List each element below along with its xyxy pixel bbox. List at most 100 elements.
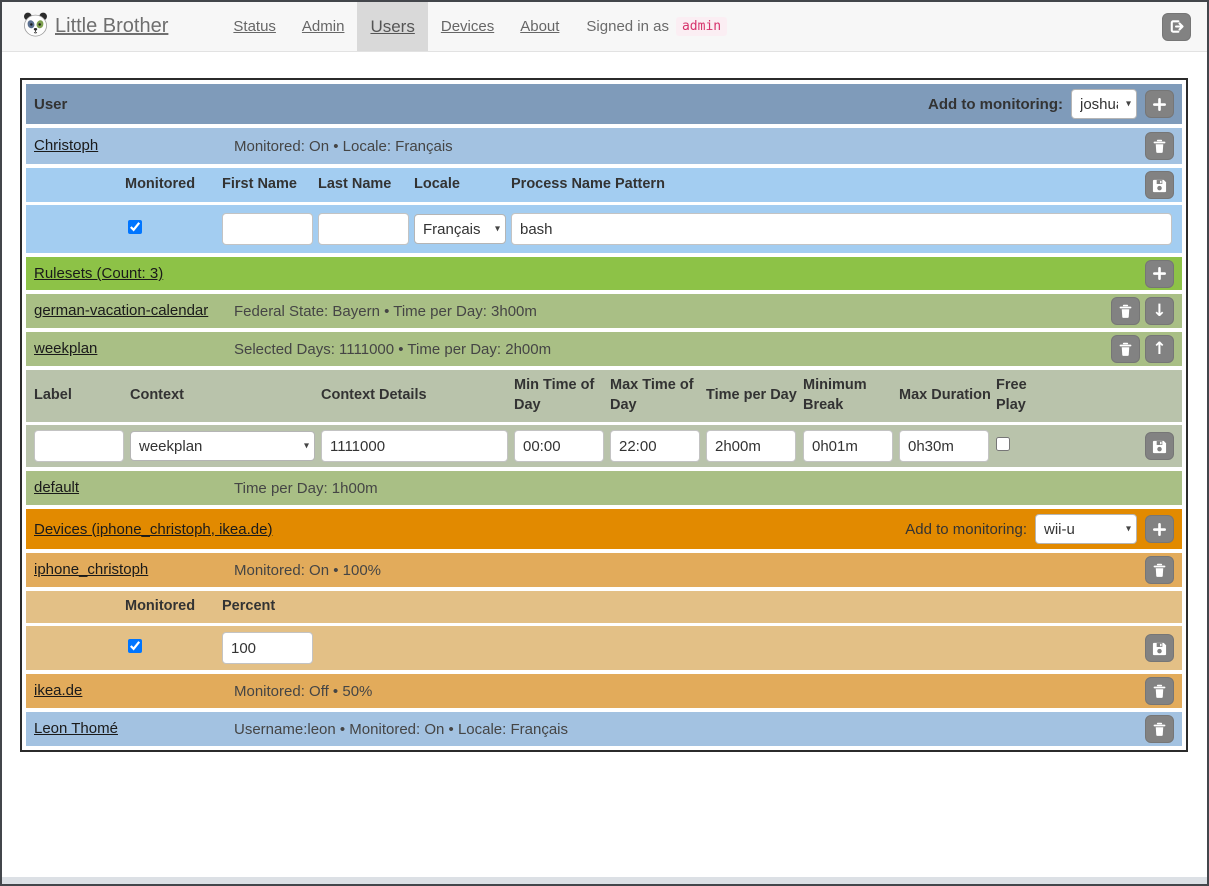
ruleset-label-field[interactable] [34, 430, 124, 462]
save-device-button[interactable] [1145, 634, 1174, 662]
user-row-leon-thome: Leon Thomé Username:leon • Monitored: On… [26, 712, 1182, 746]
devices-link[interactable]: Devices (iphone_christoph, ikea.de) [34, 521, 272, 538]
save-user-button[interactable] [1145, 171, 1174, 199]
nav-item-admin[interactable]: Admin [289, 2, 358, 51]
logout-button[interactable] [1162, 13, 1191, 41]
add-to-monitoring-label: Add to monitoring: [905, 521, 1027, 538]
ruleset-row-weekplan: weekplan Selected Days: 1111000 • Time p… [26, 332, 1182, 366]
user-section-title: User [34, 96, 67, 113]
username-badge: admin [676, 17, 727, 36]
move-ruleset-down-button[interactable]: ↓ [1145, 297, 1174, 325]
horizontal-scrollbar[interactable] [2, 877, 1207, 884]
device-summary-ikea-de: Monitored: Off • 50% [234, 683, 372, 700]
signed-in-status: Signed in as admin [586, 2, 727, 51]
signed-in-label: Signed in as [586, 18, 669, 35]
col-max-duration: Max Duration [899, 386, 996, 406]
ruleset-link-weekplan[interactable]: weekplan [34, 340, 97, 357]
col-free-play: Free Play [996, 376, 1062, 415]
rulesets-section-header: Rulesets (Count: 3) [26, 257, 1182, 290]
device-form-inputs [26, 626, 1182, 670]
context-select[interactable]: weekplan [130, 431, 315, 461]
delete-ruleset-button[interactable] [1111, 335, 1140, 363]
trash-icon [1118, 304, 1133, 319]
device-link-ikea-de[interactable]: ikea.de [34, 682, 82, 699]
col-monitored: Monitored [125, 597, 222, 617]
ruleset-link-default[interactable]: default [34, 479, 79, 496]
max-time-of-day-field[interactable] [610, 430, 700, 462]
nav-item-devices[interactable]: Devices [428, 2, 507, 51]
col-min-time-of-day: Min Time of Day [514, 376, 610, 415]
top-nav: Little Brother Status Admin Users Device… [2, 2, 1207, 52]
add-user-button[interactable] [1145, 90, 1174, 118]
monitored-checkbox[interactable] [128, 220, 142, 234]
delete-ruleset-button[interactable] [1111, 297, 1140, 325]
free-play-checkbox[interactable] [996, 437, 1010, 451]
first-name-field[interactable] [222, 213, 313, 245]
last-name-field[interactable] [318, 213, 409, 245]
delete-user-button[interactable] [1145, 715, 1174, 743]
max-duration-field[interactable] [899, 430, 989, 462]
ruleset-row-german-vacation-calendar: german-vacation-calendar Federal State: … [26, 294, 1182, 328]
col-monitored: Monitored [125, 175, 222, 195]
arrow-down-icon: ↓ [1152, 303, 1166, 320]
col-context-details: Context Details [321, 386, 514, 406]
delete-device-button[interactable] [1145, 677, 1174, 705]
device-row-ikea-de: ikea.de Monitored: Off • 50% [26, 674, 1182, 708]
col-time-per-day: Time per Day [706, 386, 803, 406]
col-max-time-of-day: Max Time of Day [610, 376, 706, 415]
user-link-leon-thome[interactable]: Leon Thomé [34, 720, 118, 737]
add-device-button[interactable] [1145, 515, 1174, 543]
panda-logo-icon [22, 11, 49, 43]
ruleset-summary-weekplan: Selected Days: 1111000 • Time per Day: 2… [234, 341, 551, 358]
ruleset-row-default: default Time per Day: 1h00m [26, 471, 1182, 505]
user-link-christoph[interactable]: Christoph [34, 137, 98, 154]
device-form-header: Monitored Percent [26, 591, 1182, 623]
device-link-iphone-christoph[interactable]: iphone_christoph [34, 561, 148, 578]
process-name-pattern-field[interactable] [511, 213, 1172, 245]
app-window: Little Brother Status Admin Users Device… [0, 0, 1209, 886]
brand-link[interactable]: Little Brother [22, 2, 168, 51]
time-per-day-field[interactable] [706, 430, 796, 462]
add-user-select[interactable]: joshua [1071, 89, 1137, 119]
col-minimum-break: Minimum Break [803, 376, 899, 415]
add-device-monitoring-control: Add to monitoring: wii-u ▾ [905, 514, 1174, 544]
nav-item-status[interactable]: Status [220, 2, 289, 51]
add-user-monitoring-control: Add to monitoring: joshua ▾ [928, 89, 1174, 119]
user-form-inputs: Français ▾ [26, 205, 1182, 253]
move-ruleset-up-button[interactable]: ↑ [1145, 335, 1174, 363]
ruleset-summary-default: Time per Day: 1h00m [234, 480, 378, 497]
ruleset-link-german-vacation-calendar[interactable]: german-vacation-calendar [34, 302, 208, 319]
min-time-of-day-field[interactable] [514, 430, 604, 462]
delete-user-button[interactable] [1145, 132, 1174, 160]
devices-section-header: Devices (iphone_christoph, ikea.de) Add … [26, 509, 1182, 549]
delete-device-button[interactable] [1145, 556, 1174, 584]
add-ruleset-button[interactable] [1145, 260, 1174, 288]
nav-item-users[interactable]: Users [357, 2, 427, 51]
user-form-header: Monitored First Name Last Name Locale Pr… [26, 168, 1182, 202]
trash-icon [1152, 684, 1167, 699]
device-summary-iphone-christoph: Monitored: On • 100% [234, 562, 381, 579]
save-icon [1152, 439, 1167, 454]
minimum-break-field[interactable] [803, 430, 893, 462]
user-summary-christoph: Monitored: On • Locale: Français [234, 138, 453, 155]
trash-icon [1118, 342, 1133, 357]
trash-icon [1152, 722, 1167, 737]
brand-title: Little Brother [55, 15, 168, 38]
col-locale: Locale [414, 175, 511, 195]
rulesets-link[interactable]: Rulesets (Count: 3) [34, 265, 163, 282]
locale-select[interactable]: Français [414, 214, 506, 244]
context-details-field[interactable] [321, 430, 508, 462]
save-icon [1152, 178, 1167, 193]
percent-field[interactable] [222, 632, 313, 664]
add-device-select[interactable]: wii-u [1035, 514, 1137, 544]
user-row-christoph: Christoph Monitored: On • Locale: França… [26, 128, 1182, 164]
nav-item-about[interactable]: About [507, 2, 572, 51]
trash-icon [1152, 563, 1167, 578]
col-first-name: First Name [222, 175, 318, 195]
save-ruleset-button[interactable] [1145, 432, 1174, 460]
device-monitored-checkbox[interactable] [128, 639, 142, 653]
ruleset-form-inputs: weekplan ▾ [26, 425, 1182, 467]
arrow-up-icon: ↑ [1152, 341, 1166, 358]
main-nav: Status Admin Users Devices About [220, 2, 572, 51]
device-row-iphone-christoph: iphone_christoph Monitored: On • 100% [26, 553, 1182, 587]
